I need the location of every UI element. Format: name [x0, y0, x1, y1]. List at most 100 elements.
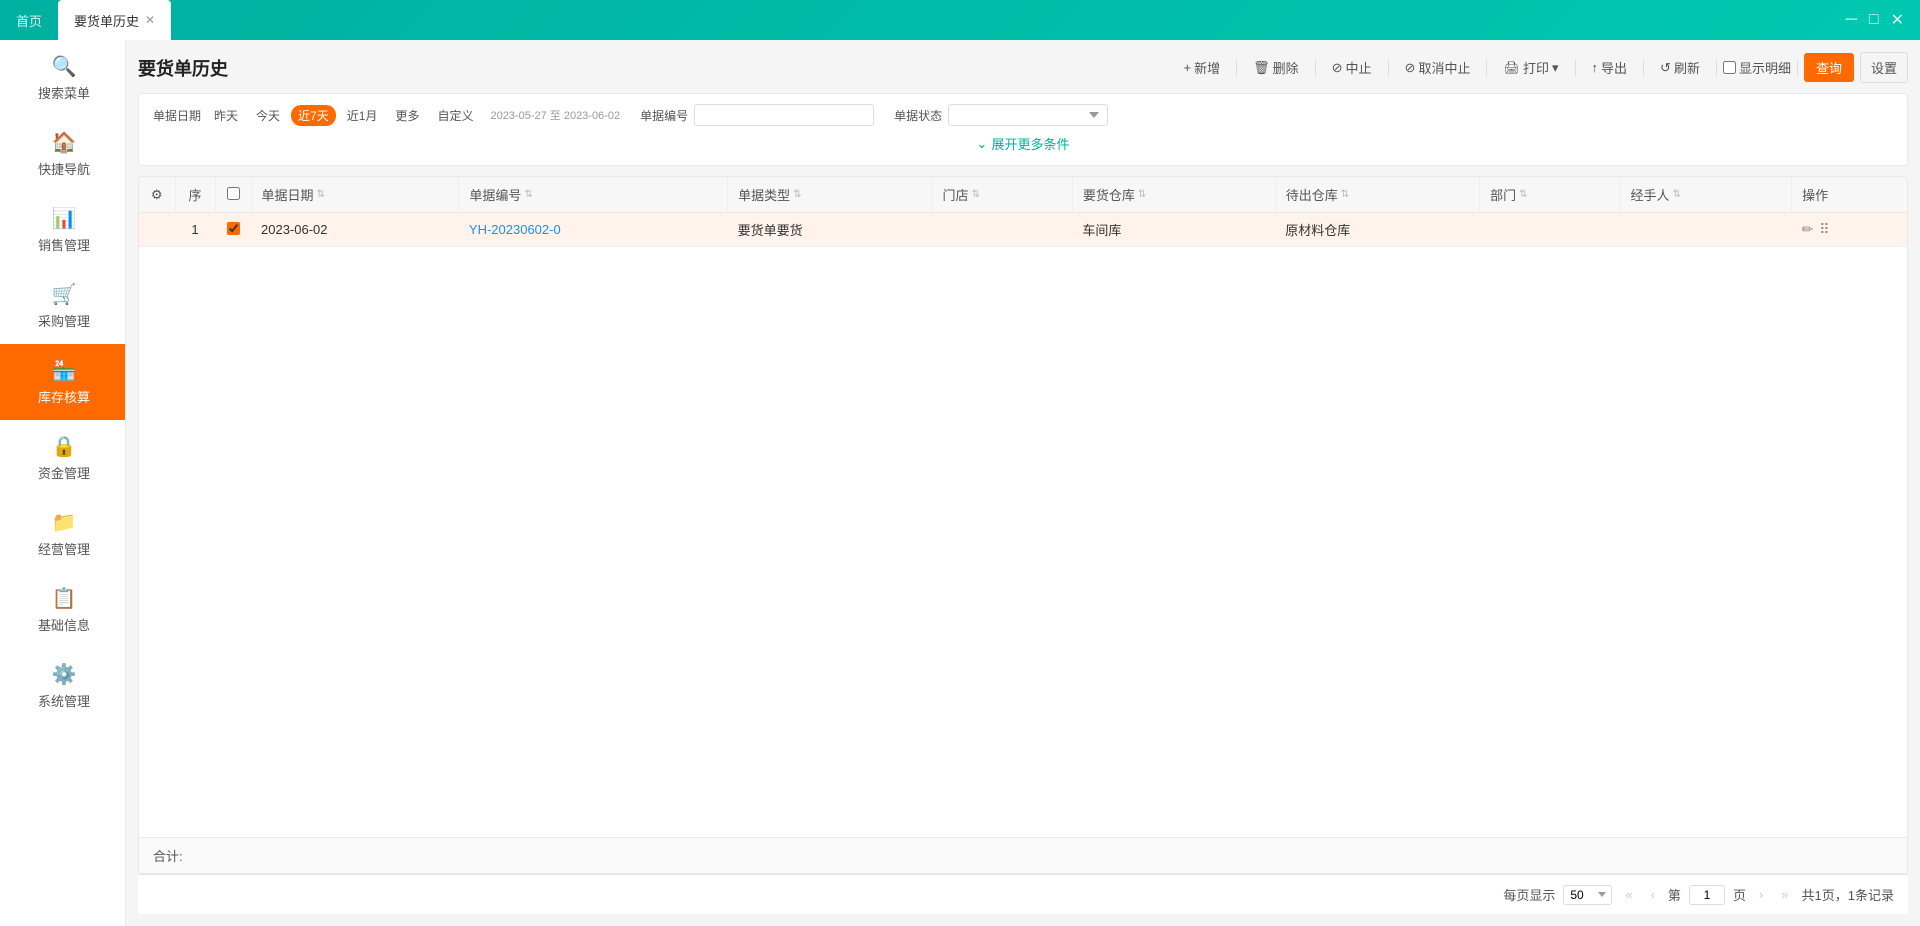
toolbar: + 新增 🗑 删除 ⊘ 中止 ⊘ 取消中止	[1173, 52, 1908, 83]
new-icon: +	[1183, 60, 1191, 75]
sort-bill-type-icon: ⇅	[793, 189, 801, 200]
doc-icon: 📋	[52, 586, 77, 611]
export-icon: ↑	[1592, 60, 1599, 75]
print-button[interactable]: 🖨 打印 ▾	[1493, 53, 1568, 82]
delete-action-icon[interactable]: ⠿	[1819, 221, 1829, 238]
td-bill-type: 要货单要货	[728, 213, 932, 247]
filter-row-1: 单据日期 昨天 今天 近7天 近1月 更多 自定义 2023-05-27 至 2…	[153, 104, 1893, 126]
edit-action-icon[interactable]: ✏	[1802, 221, 1814, 238]
th-bill-type[interactable]: 单据类型 ⇅	[728, 177, 932, 213]
th-num: 序	[175, 177, 215, 213]
page-last-button[interactable]: »	[1776, 885, 1793, 904]
sidebar-item-purchase[interactable]: 🛒 采购管理	[0, 268, 125, 344]
expand-more-button[interactable]: ⌄ 展开更多条件	[969, 132, 1078, 155]
th-settings[interactable]: ⚙	[139, 177, 175, 213]
row-checkbox[interactable]	[227, 222, 240, 235]
status-select[interactable]	[948, 104, 1108, 126]
sort-bill-no-icon: ⇅	[524, 189, 532, 200]
tab-requisition-history[interactable]: 要货单历史 ✕	[58, 0, 171, 40]
tab-close-icon[interactable]: ✕	[145, 13, 155, 27]
th-req-warehouse-label: 要货仓库	[1083, 185, 1135, 204]
th-store[interactable]: 门店 ⇅	[932, 177, 1072, 213]
th-pending-warehouse[interactable]: 待出仓库 ⇅	[1275, 177, 1479, 213]
new-button[interactable]: + 新增	[1173, 53, 1230, 82]
window-maximize-icon[interactable]: □	[1869, 11, 1879, 29]
date-filter-label: 单据日期	[153, 107, 201, 124]
sidebar-item-basic-label: 基础信息	[38, 615, 90, 634]
sidebar-item-finance[interactable]: 🔒 资金管理	[0, 420, 125, 496]
sidebar-item-inventory-label: 库存核算	[38, 387, 90, 406]
query-button[interactable]: 查询	[1804, 53, 1854, 82]
delete-button[interactable]: 🗑 删除	[1243, 53, 1309, 82]
date-chips: 昨天 今天 近7天 近1月 更多 自定义	[207, 105, 480, 126]
sidebar-item-finance-label: 资金管理	[38, 463, 90, 482]
window-minimize-icon[interactable]: ─	[1846, 11, 1857, 29]
warehouse-icon: 🏪	[52, 358, 77, 383]
refresh-button[interactable]: ↺ 刷新	[1650, 53, 1710, 82]
th-date[interactable]: 单据日期 ⇅	[251, 177, 459, 213]
th-store-label: 门店	[942, 185, 968, 204]
window-close-icon[interactable]: ✕	[1891, 10, 1904, 30]
th-action: 操作	[1792, 177, 1907, 213]
settings-button[interactable]: 设置	[1860, 52, 1908, 83]
tab-home[interactable]: 首页	[0, 0, 58, 40]
chip-month1[interactable]: 近1月	[340, 105, 385, 126]
display-detail-label: 显示明细	[1739, 58, 1791, 77]
sidebar-item-inventory[interactable]: 🏪 库存核算	[0, 344, 125, 420]
sidebar-item-search[interactable]: 🔍 搜索菜单	[0, 40, 125, 116]
cancel-stop-button[interactable]: ⊘ 取消中止	[1395, 53, 1481, 82]
chip-week7[interactable]: 近7天	[291, 105, 336, 126]
chip-custom[interactable]: 自定义	[430, 105, 480, 126]
page-size-select[interactable]: 20 50 100 200	[1563, 885, 1612, 905]
tab-bar: 首页 要货单历史 ✕	[0, 0, 1830, 40]
date-range-text: 2023-05-27 至 2023-06-02	[490, 107, 620, 123]
divider-5	[1575, 60, 1576, 76]
th-check	[215, 177, 251, 213]
gear-icon: ⚙️	[52, 662, 77, 687]
display-detail-toggle[interactable]: 显示明细	[1723, 58, 1791, 77]
page-next-button[interactable]: ›	[1754, 885, 1768, 904]
chip-yesterday[interactable]: 昨天	[207, 105, 245, 126]
th-department-label: 部门	[1490, 185, 1516, 204]
refresh-icon: ↺	[1660, 60, 1671, 76]
settings-label: 设置	[1871, 58, 1897, 77]
filter-bar: 单据日期 昨天 今天 近7天 近1月 更多 自定义 2023-05-27 至 2…	[138, 93, 1908, 166]
search-icon: 🔍	[52, 54, 77, 79]
sidebar-item-sales[interactable]: 📊 销售管理	[0, 192, 125, 268]
bill-no-link[interactable]: YH-20230602-0	[469, 222, 561, 237]
date-filter-group: 单据日期 昨天 今天 近7天 近1月 更多 自定义 2023-05-27 至 2…	[153, 105, 620, 126]
page-input[interactable]	[1689, 885, 1725, 905]
sort-pending-warehouse-icon: ⇅	[1341, 189, 1349, 200]
cart-icon: 🛒	[52, 282, 77, 307]
chip-today[interactable]: 今天	[249, 105, 287, 126]
sidebar-item-operations[interactable]: 📁 经营管理	[0, 496, 125, 572]
table-scroll[interactable]: ⚙ 序 单据日期 ⇅	[139, 177, 1907, 837]
page-first-button[interactable]: «	[1620, 885, 1637, 904]
bill-no-input[interactable]	[694, 104, 874, 126]
sidebar-item-purchase-label: 采购管理	[38, 311, 90, 330]
display-detail-checkbox[interactable]	[1723, 61, 1736, 74]
main-layout: 🔍 搜索菜单 🏠 快捷导航 📊 销售管理 🛒 采购管理 🏪 库存核算 🔒 资金管…	[0, 40, 1920, 926]
select-all-checkbox[interactable]	[227, 187, 240, 200]
sort-req-warehouse-icon: ⇅	[1138, 189, 1146, 200]
th-req-warehouse[interactable]: 要货仓库 ⇅	[1072, 177, 1275, 213]
export-button[interactable]: ↑ 导出	[1582, 53, 1638, 82]
sidebar-item-basic[interactable]: 📋 基础信息	[0, 572, 125, 648]
th-handler[interactable]: 经手人 ⇅	[1620, 177, 1792, 213]
lock-icon: 🔒	[52, 434, 77, 459]
th-bill-no[interactable]: 单据编号 ⇅	[459, 177, 728, 213]
sidebar-item-shortcut[interactable]: 🏠 快捷导航	[0, 116, 125, 192]
sidebar-item-shortcut-label: 快捷导航	[38, 159, 90, 178]
delete-label: 删除	[1273, 58, 1299, 77]
sidebar-item-system[interactable]: ⚙️ 系统管理	[0, 648, 125, 724]
tab-requisition-label: 要货单历史	[74, 11, 139, 30]
sidebar: 🔍 搜索菜单 🏠 快捷导航 📊 销售管理 🛒 采购管理 🏪 库存核算 🔒 资金管…	[0, 40, 126, 926]
table-row[interactable]: 1 2023-06-02 YH-20230602-0 要货单要货 车间库	[139, 213, 1907, 247]
th-department[interactable]: 部门 ⇅	[1480, 177, 1620, 213]
stop-button[interactable]: ⊘ 中止	[1322, 53, 1382, 82]
chip-more[interactable]: 更多	[388, 105, 426, 126]
folder-icon: 📁	[52, 510, 77, 535]
top-bar: 首页 要货单历史 ✕ ─ □ ✕	[0, 0, 1920, 40]
page-prev-button[interactable]: ‹	[1646, 885, 1660, 904]
td-handler	[1620, 213, 1792, 247]
